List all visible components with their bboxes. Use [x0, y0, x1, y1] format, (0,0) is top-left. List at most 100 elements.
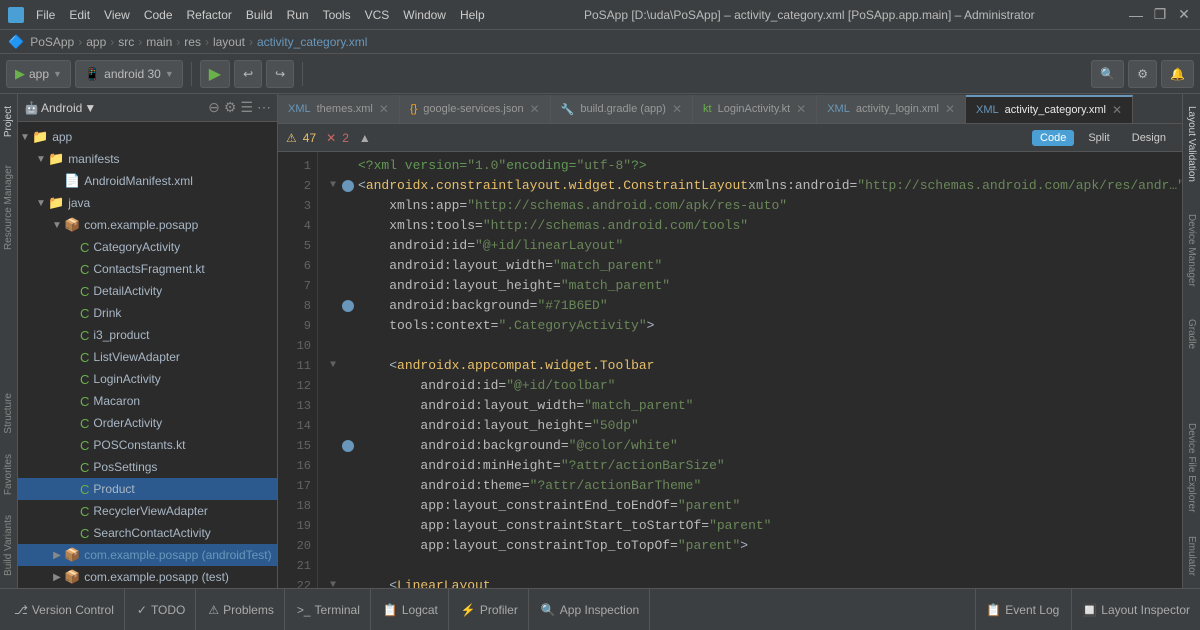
tab-google-services[interactable]: {} google-services.json ✕: [400, 95, 551, 123]
tree-item-loginactivity[interactable]: C LoginActivity: [18, 368, 277, 390]
tree-item-macaron[interactable]: C Macaron: [18, 390, 277, 412]
profiler-icon: ⚡: [461, 603, 476, 617]
close-tab-icon[interactable]: ✕: [1112, 103, 1122, 117]
tree-item-package-androidtest[interactable]: ▶ 📦 com.example.posapp (androidTest): [18, 544, 277, 566]
bc-posapp[interactable]: PoSApp: [30, 35, 74, 49]
tree-item-i3product[interactable]: C i3_product: [18, 324, 277, 346]
tab-label: themes.xml: [317, 103, 373, 115]
close-tab-icon[interactable]: ✕: [379, 102, 389, 116]
menu-window[interactable]: Window: [397, 6, 452, 24]
emulator-tab[interactable]: Emulator: [1184, 528, 1199, 584]
minimize-button[interactable]: —: [1128, 7, 1144, 23]
device-dropdown[interactable]: 📱 android 30 ▼: [75, 60, 183, 88]
tree-item-manifests[interactable]: ▼ 📁 manifests: [18, 148, 277, 170]
tab-activity-category[interactable]: XML activity_category.xml ✕: [966, 95, 1133, 123]
tree-item-searchcontactactivity[interactable]: C SearchContactActivity: [18, 522, 277, 544]
logcat-tab[interactable]: 📋 Logcat: [373, 589, 449, 630]
notifications-button[interactable]: 🔔: [1161, 60, 1194, 88]
menu-vcs[interactable]: VCS: [359, 6, 396, 24]
tab-build-gradle[interactable]: 🔧 build.gradle (app) ✕: [551, 95, 693, 123]
menu-build[interactable]: Build: [240, 6, 279, 24]
layout-validation-tab[interactable]: Layout Validation: [1184, 98, 1199, 190]
menu-file[interactable]: File: [30, 6, 61, 24]
tree-more-icon[interactable]: ⋯: [257, 99, 271, 116]
bc-res[interactable]: res: [184, 35, 201, 49]
menu-edit[interactable]: Edit: [63, 6, 96, 24]
bc-main[interactable]: main: [146, 35, 172, 49]
run-button[interactable]: ▶: [200, 60, 230, 88]
close-tab-icon[interactable]: ✕: [945, 102, 955, 116]
expand-warnings-icon[interactable]: ▲: [359, 131, 371, 145]
build-variants-tab[interactable]: Build Variants: [1, 507, 16, 584]
bc-file[interactable]: activity_category.xml: [257, 35, 367, 49]
version-control-tab[interactable]: ⎇ Version Control: [4, 589, 125, 630]
code-content[interactable]: <?xml version="1.0" encoding="utf-8"?> ▼…: [318, 152, 1182, 588]
tree-item-product[interactable]: C Product: [18, 478, 277, 500]
terminal-tab[interactable]: >_ Terminal: [287, 589, 371, 630]
menu-bar[interactable]: File Edit View Code Refactor Build Run T…: [8, 6, 491, 24]
tree-label: ListViewAdapter: [93, 350, 180, 364]
close-tab-icon[interactable]: ✕: [672, 102, 682, 116]
tab-themes-xml[interactable]: XML themes.xml ✕: [278, 95, 400, 123]
app-inspection-tab[interactable]: 🔍 App Inspection: [531, 589, 650, 630]
bc-layout[interactable]: layout: [213, 35, 245, 49]
menu-run[interactable]: Run: [281, 6, 315, 24]
settings-button[interactable]: ⚙: [1128, 60, 1157, 88]
tree-item-java[interactable]: ▼ 📁 java: [18, 192, 277, 214]
menu-tools[interactable]: Tools: [317, 6, 357, 24]
code-line-17: android:theme="?attr/actionBarTheme": [326, 476, 1174, 496]
tree-item-package-main[interactable]: ▼ 📦 com.example.posapp: [18, 214, 277, 236]
tab-loginactivity[interactable]: kt LoginActivity.kt ✕: [693, 95, 817, 123]
layout-inspector-button[interactable]: 🔲 Layout Inspector: [1071, 589, 1200, 630]
event-log-button[interactable]: 📋 Event Log: [975, 589, 1069, 630]
device-file-explorer-tab[interactable]: Device File Explorer: [1184, 415, 1199, 520]
tree-item-orderactivity[interactable]: C OrderActivity: [18, 412, 277, 434]
tree-item-posconstants[interactable]: C POSConstants.kt: [18, 434, 277, 456]
device-manager-tab[interactable]: Device Manager: [1184, 206, 1199, 295]
code-view-button[interactable]: Code: [1032, 130, 1074, 146]
profiler-tab[interactable]: ⚡ Profiler: [451, 589, 529, 630]
undo-button[interactable]: ↩: [234, 60, 262, 88]
split-view-button[interactable]: Split: [1080, 130, 1117, 146]
gradle-tab[interactable]: Gradle: [1184, 311, 1199, 357]
menu-view[interactable]: View: [98, 6, 136, 24]
tree-item-detailactivity[interactable]: C DetailActivity: [18, 280, 277, 302]
todo-tab[interactable]: ✓ TODO: [127, 589, 197, 630]
tree-item-categoryactivity[interactable]: C CategoryActivity: [18, 236, 277, 258]
maximize-button[interactable]: ❐: [1152, 7, 1168, 23]
tree-item-possettings[interactable]: C PosSettings: [18, 456, 277, 478]
resource-manager-tab[interactable]: Resource Manager: [1, 157, 16, 258]
problems-tab[interactable]: ⚠ Problems: [198, 589, 284, 630]
tree-header-icons[interactable]: ⊖ ⚙ ☰ ⋯: [208, 99, 271, 116]
menu-help[interactable]: Help: [454, 6, 491, 24]
search-everywhere-button[interactable]: 🔍: [1091, 60, 1124, 88]
menu-code[interactable]: Code: [138, 6, 179, 24]
collapse-all-icon[interactable]: ⊖: [208, 99, 220, 116]
redo-button[interactable]: ↪: [266, 60, 294, 88]
tree-item-listviewadapter[interactable]: C ListViewAdapter: [18, 346, 277, 368]
tree-item-drink[interactable]: C Drink: [18, 302, 277, 324]
tree-item-recyclerviewadapter[interactable]: C RecyclerViewAdapter: [18, 500, 277, 522]
close-tab-icon[interactable]: ✕: [530, 102, 540, 116]
tree-item-androidmanifest[interactable]: 📄 AndroidManifest.xml: [18, 170, 277, 192]
tree-item-package-test[interactable]: ▶ 📦 com.example.posapp (test): [18, 566, 277, 588]
tab-activity-login[interactable]: XML activity_login.xml ✕: [817, 95, 966, 123]
project-panel-tab[interactable]: Project: [1, 98, 16, 145]
tree-item-app[interactable]: ▼ 📁 app: [18, 126, 277, 148]
app-run-icon: ▶: [15, 66, 25, 82]
bc-app[interactable]: app: [86, 35, 106, 49]
problems-icon: ⚠: [208, 603, 219, 617]
close-button[interactable]: ✕: [1176, 7, 1192, 23]
app-config-dropdown[interactable]: ▶ app ▼: [6, 60, 71, 88]
design-view-button[interactable]: Design: [1124, 130, 1174, 146]
project-view-dropdown[interactable]: 🤖 Android ▼: [24, 101, 96, 115]
tree-item-contactsfragment[interactable]: C ContactsFragment.kt: [18, 258, 277, 280]
favorites-tab[interactable]: Favorites: [1, 446, 16, 503]
tree-sync-icon[interactable]: ☰: [240, 99, 253, 116]
close-tab-icon[interactable]: ✕: [796, 102, 806, 116]
tree-settings-icon[interactable]: ⚙: [224, 99, 237, 116]
window-controls[interactable]: — ❐ ✕: [1128, 7, 1192, 23]
structure-tab[interactable]: Structure: [1, 385, 16, 442]
bc-src[interactable]: src: [118, 35, 134, 49]
menu-refactor[interactable]: Refactor: [181, 6, 238, 24]
